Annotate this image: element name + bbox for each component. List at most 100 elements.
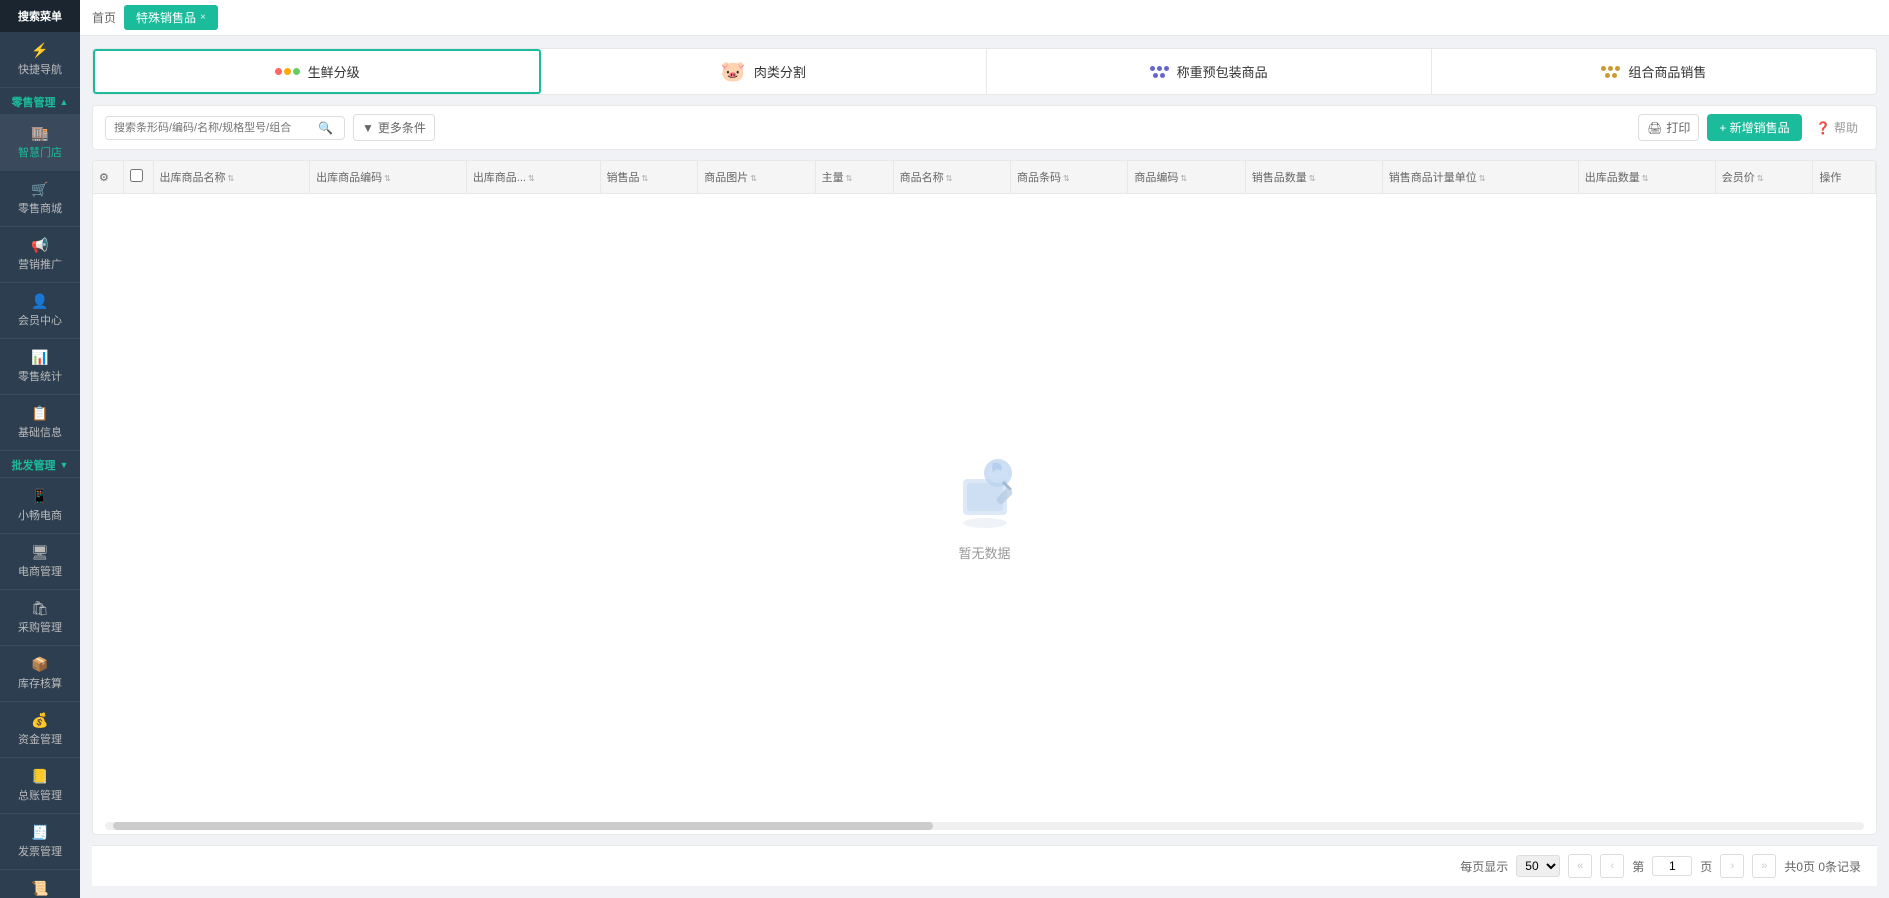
sort-icon: ⇅ xyxy=(750,174,757,183)
sort-icon: ⇅ xyxy=(1309,174,1316,183)
col-check[interactable] xyxy=(123,161,153,194)
col-out-goods-name[interactable]: 出库商品名称⇅ xyxy=(153,161,310,194)
sidebar-item-base-info[interactable]: 📋 基础信息 xyxy=(0,395,80,451)
sidebar-item-purchase-mgmt[interactable]: 🛍 采购管理 xyxy=(0,590,80,646)
sidebar-item-members[interactable]: 👤 会员中心 xyxy=(0,283,80,339)
topbar: 首页 特殊销售品 × xyxy=(80,0,1889,36)
filter-icon: ▼ xyxy=(362,121,374,135)
sidebar-item-label: 智慧门店 xyxy=(18,144,62,160)
sidebar-item-wholesale-mgmt[interactable]: 批发管理 ▼ xyxy=(0,451,80,478)
sidebar-item-label: 电商管理 xyxy=(18,563,62,579)
col-out-goods-code[interactable]: 出库商品编码⇅ xyxy=(310,161,467,194)
combo-sales-icon xyxy=(1601,66,1620,78)
meat-cut-label: 肉类分割 xyxy=(754,62,806,81)
filter-button[interactable]: ▼ 更多条件 xyxy=(353,114,435,141)
search-box[interactable]: 🔍 xyxy=(105,116,345,140)
sidebar-item-label: 总账管理 xyxy=(18,787,62,803)
sidebar-item-sales-promo[interactable]: 📢 营销推广 xyxy=(0,227,80,283)
toolbar-right: 🖨 打印 + 新增销售品 ❓ 帮助 xyxy=(1638,114,1864,141)
sort-icon: ⇅ xyxy=(1479,174,1486,183)
col-sales-qty[interactable]: 销售品数量⇅ xyxy=(1245,161,1382,194)
new-sales-item-button[interactable]: + 新增销售品 xyxy=(1707,114,1801,141)
sidebar-item-tax-mgmt[interactable]: 📜 税务管理 xyxy=(0,870,80,898)
topbar-active-tab[interactable]: 特殊销售品 × xyxy=(124,5,218,30)
main-content: 首页 特殊销售品 × 生鲜分级 🐷 肉类分割 xyxy=(80,0,1889,898)
prev-page-button[interactable]: ‹ xyxy=(1600,854,1624,878)
sort-icon: ⇅ xyxy=(1180,174,1187,183)
col-goods-image[interactable]: 商品图片⇅ xyxy=(698,161,815,194)
sort-icon: ⇅ xyxy=(846,174,853,183)
sidebar-item-smart-store[interactable]: 🏬 智慧门店 xyxy=(0,115,80,171)
weight-prepacked-label: 称重预包装商品 xyxy=(1177,62,1268,81)
wholesale-mgmt-arrow-icon: ▼ xyxy=(60,460,69,470)
sort-icon: ⇅ xyxy=(1757,174,1764,183)
tax-mgmt-icon: 📜 xyxy=(31,880,48,897)
purchase-mgmt-icon: 🛍 xyxy=(31,600,49,617)
col-goods-barcode[interactable]: 商品条码⇅ xyxy=(1011,161,1128,194)
col-goods-code[interactable]: 商品编码⇅ xyxy=(1128,161,1245,194)
sidebar-item-label: 零售统计 xyxy=(18,368,62,384)
scrollbar-thumb[interactable] xyxy=(113,822,933,830)
category-tab-meat-cut[interactable]: 🐷 肉类分割 xyxy=(541,49,986,94)
col-sales-goods[interactable]: 销售品⇅ xyxy=(600,161,698,194)
toolbar: 🔍 ▼ 更多条件 🖨 打印 + 新增销售品 ❓ 帮助 xyxy=(92,105,1877,150)
sidebar-item-label: 发票管理 xyxy=(18,843,62,859)
mini-ecom-icon: 📱 xyxy=(31,488,48,505)
data-table-container: ⚙ 出库商品名称⇅ 出库商品编码⇅ 出库商品...⇅ 销售品⇅ 商品图片⇅ 主量… xyxy=(92,160,1877,835)
sidebar-item-label: 小畅电商 xyxy=(18,507,62,523)
sidebar-item-quick-nav[interactable]: ⚡ 快捷导航 xyxy=(0,32,80,88)
first-page-button[interactable]: « xyxy=(1568,854,1592,878)
next-page-button[interactable]: › xyxy=(1720,854,1744,878)
sort-icon: ⇅ xyxy=(642,174,649,183)
sidebar-item-general-ledger[interactable]: 📒 总账管理 xyxy=(0,758,80,814)
sidebar-item-mini-ecom[interactable]: 📱 小畅电商 xyxy=(0,478,80,534)
weight-prepacked-icon xyxy=(1150,66,1169,78)
page-suffix: 页 xyxy=(1700,858,1712,875)
horizontal-scrollbar[interactable] xyxy=(105,822,1864,830)
sidebar-item-label: 零售商城 xyxy=(18,200,62,216)
help-button[interactable]: ❓ 帮助 xyxy=(1810,115,1864,140)
sidebar-item-invoice-mgmt[interactable]: 🧾 发票管理 xyxy=(0,814,80,870)
col-main-weight[interactable]: 主量⇅ xyxy=(815,161,893,194)
sidebar-item-ecom-mgmt[interactable]: 🖥 电商管理 xyxy=(0,534,80,590)
page-label: 第 xyxy=(1632,858,1644,875)
sidebar-item-retail-mgmt[interactable]: 零售管理 ▲ xyxy=(0,88,80,115)
sort-icon: ⇅ xyxy=(384,174,391,183)
topbar-tab-close-icon[interactable]: × xyxy=(200,12,206,23)
help-icon: ❓ xyxy=(1816,121,1831,135)
col-out-stock-qty[interactable]: 出库品数量⇅ xyxy=(1578,161,1715,194)
sidebar-item-retail-mall[interactable]: 🛒 零售商城 xyxy=(0,171,80,227)
sidebar-item-label: 采购管理 xyxy=(18,619,62,635)
sidebar-item-label: 库存核算 xyxy=(18,675,62,691)
smart-store-icon: 🏬 xyxy=(31,125,48,142)
sidebar: 搜索菜单 ⚡ 快捷导航 零售管理 ▲ 🏬 智慧门店 🛒 零售商城 📢 营销推广 … xyxy=(0,0,80,898)
select-all-checkbox[interactable] xyxy=(130,169,143,182)
sort-icon: ⇅ xyxy=(228,174,235,183)
sidebar-item-retail-stats[interactable]: 📊 零售统计 xyxy=(0,339,80,395)
topbar-home[interactable]: 首页 xyxy=(92,9,116,26)
last-page-button[interactable]: » xyxy=(1752,854,1776,878)
per-page-select[interactable]: 50 xyxy=(1516,855,1560,877)
col-sales-unit[interactable]: 销售商品计量单位⇅ xyxy=(1382,161,1578,194)
retail-mall-icon: 🛒 xyxy=(31,181,48,198)
sidebar-item-inventory[interactable]: 📦 库存核算 xyxy=(0,646,80,702)
col-out-goods-spec[interactable]: 出库商品...⇅ xyxy=(466,161,600,194)
print-button[interactable]: 🖨 打印 xyxy=(1638,114,1699,141)
category-tabs: 生鲜分级 🐷 肉类分割 称重预包装商品 xyxy=(92,48,1877,95)
col-goods-name[interactable]: 商品名称⇅ xyxy=(893,161,1010,194)
col-member-price[interactable]: 会员价⇅ xyxy=(1715,161,1813,194)
finance-icon: 💰 xyxy=(31,712,48,729)
category-tab-weight-prepacked[interactable]: 称重预包装商品 xyxy=(987,49,1432,94)
category-tab-combo-sales[interactable]: 组合商品销售 xyxy=(1432,49,1876,94)
category-tab-fresh-grade[interactable]: 生鲜分级 xyxy=(93,49,541,94)
table-header: ⚙ 出库商品名称⇅ 出库商品编码⇅ 出库商品...⇅ 销售品⇅ 商品图片⇅ 主量… xyxy=(93,161,1876,194)
sidebar-logo[interactable]: 搜索菜单 xyxy=(0,0,80,32)
col-settings[interactable]: ⚙ xyxy=(93,161,123,194)
sidebar-item-label: 基础信息 xyxy=(18,424,62,440)
sidebar-item-finance[interactable]: 💰 资金管理 xyxy=(0,702,80,758)
sort-icon: ⇅ xyxy=(1642,174,1649,183)
sidebar-item-label: 会员中心 xyxy=(18,312,62,328)
search-input[interactable] xyxy=(114,122,314,134)
page-input[interactable] xyxy=(1652,856,1692,876)
search-icon[interactable]: 🔍 xyxy=(318,121,333,135)
